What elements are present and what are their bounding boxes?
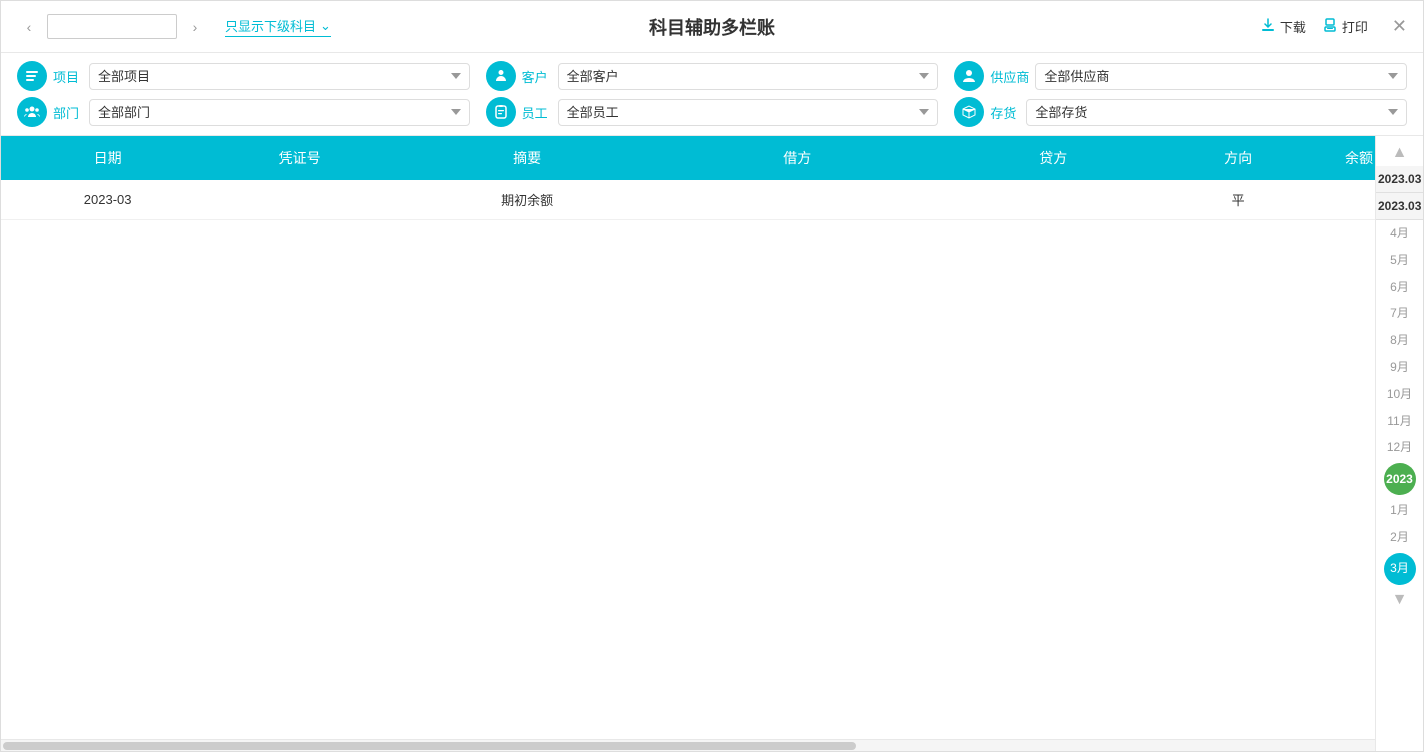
supplier-label: 供应商 (990, 67, 1029, 86)
department-icon (17, 97, 47, 127)
show-sub-label: 只显示下级科目 (225, 16, 316, 35)
sidebar-item-3-active[interactable]: 3月 (1384, 553, 1416, 585)
table-container: 日期 凭证号 摘要 借方 贷方 方向 余额 2023-03 期初余额 (1, 136, 1423, 739)
horizontal-scrollbar[interactable] (1, 739, 1423, 751)
col-header-debit: 借方 (669, 136, 925, 180)
chevron-down-icon: ⌄ (320, 18, 331, 34)
nav-area: ‹ 6601 销售费用 › 只显示下级科目 ⌄ (17, 14, 1260, 39)
prev-account-btn[interactable]: ‹ (17, 15, 41, 39)
sidebar-item-2023-03-top[interactable]: 2023.03 (1376, 166, 1423, 193)
customer-label: 客户 (522, 67, 552, 86)
sidebar-item-9[interactable]: 9月 (1376, 354, 1423, 381)
col-header-summary: 摘要 (385, 136, 669, 180)
filter-inventory: 存货 全部存货 (954, 97, 1407, 127)
department-label: 部门 (53, 103, 83, 122)
sidebar-item-5[interactable]: 5月 (1376, 247, 1423, 274)
cell-debit (669, 180, 925, 220)
title-bar: ‹ 6601 销售费用 › 只显示下级科目 ⌄ 科目辅助多栏账 下载 (1, 1, 1423, 53)
department-select[interactable]: 全部部门 (89, 99, 470, 126)
close-button[interactable]: ✕ (1392, 16, 1407, 37)
filter-supplier: 供应商 全部供应商 (954, 61, 1407, 91)
sidebar-up-btn[interactable]: ▲ (1376, 140, 1423, 166)
project-select[interactable]: 全部项目 (89, 63, 470, 90)
col-header-direction: 方向 (1181, 136, 1295, 180)
filter-row-1: 项目 全部项目 客户 全部客户 (17, 61, 1407, 91)
main-window: ‹ 6601 销售费用 › 只显示下级科目 ⌄ 科目辅助多栏账 下载 (0, 0, 1424, 752)
cell-date: 2023-03 (1, 180, 214, 220)
filter-project: 项目 全部项目 (17, 61, 470, 91)
inventory-select[interactable]: 全部存货 (1026, 99, 1407, 126)
sidebar-item-12[interactable]: 12月 (1376, 434, 1423, 461)
col-header-voucher: 凭证号 (214, 136, 385, 180)
filter-department: 部门 全部部门 (17, 97, 470, 127)
print-label: 打印 (1342, 17, 1368, 36)
show-sub-button[interactable]: 只显示下级科目 ⌄ (225, 16, 331, 37)
sidebar-item-1[interactable]: 1月 (1376, 497, 1423, 524)
sidebar-item-7[interactable]: 7月 (1376, 300, 1423, 327)
sidebar-down-btn[interactable]: ▼ (1376, 587, 1423, 613)
table-row: 2023-03 期初余额 平 (1, 180, 1423, 220)
customer-icon (486, 61, 516, 91)
employee-select[interactable]: 全部员工 (558, 99, 939, 126)
page-title: 科目辅助多栏账 (649, 14, 775, 40)
cell-direction: 平 (1181, 180, 1295, 220)
filter-area: 项目 全部项目 客户 全部客户 (1, 53, 1423, 136)
project-icon (17, 61, 47, 91)
account-code-input[interactable]: 6601 销售费用 (47, 14, 177, 39)
scrollbar-thumb (3, 742, 856, 750)
toolbar-right: 下载 打印 ✕ (1260, 16, 1407, 37)
inventory-icon (954, 97, 984, 127)
table-body: 2023-03 期初余额 平 (1, 180, 1423, 220)
print-icon (1322, 17, 1338, 36)
ledger-table: 日期 凭证号 摘要 借方 贷方 方向 余额 2023-03 期初余额 (1, 136, 1423, 220)
employee-icon (486, 97, 516, 127)
right-sidebar: ▲ 2023.03 2023.03 4月 5月 6月 7月 8月 9月 10月 … (1375, 136, 1423, 751)
project-label: 项目 (53, 67, 83, 86)
customer-select[interactable]: 全部客户 (558, 63, 939, 90)
download-icon (1260, 17, 1276, 36)
sidebar-item-4[interactable]: 4月 (1376, 220, 1423, 247)
download-label: 下载 (1280, 17, 1306, 36)
sidebar-item-8[interactable]: 8月 (1376, 327, 1423, 354)
cell-voucher (214, 180, 385, 220)
download-button[interactable]: 下载 (1260, 17, 1306, 36)
table-header-row: 日期 凭证号 摘要 借方 贷方 方向 余额 (1, 136, 1423, 180)
filter-row-2: 部门 全部部门 员工 全部员工 (17, 97, 1407, 127)
sidebar-item-6[interactable]: 6月 (1376, 274, 1423, 301)
cell-summary: 期初余额 (385, 180, 669, 220)
filter-customer: 客户 全部客户 (486, 61, 939, 91)
supplier-icon (954, 61, 984, 91)
employee-label: 员工 (522, 103, 552, 122)
cell-credit (925, 180, 1181, 220)
col-header-credit: 贷方 (925, 136, 1181, 180)
sidebar-item-10[interactable]: 10月 (1376, 381, 1423, 408)
sidebar-item-2[interactable]: 2月 (1376, 524, 1423, 551)
filter-employee: 员工 全部员工 (486, 97, 939, 127)
print-button[interactable]: 打印 (1322, 17, 1368, 36)
sidebar-item-year-2023[interactable]: 2023 (1384, 463, 1416, 495)
supplier-select[interactable]: 全部供应商 (1035, 63, 1407, 90)
inventory-label: 存货 (990, 103, 1020, 122)
col-header-date: 日期 (1, 136, 214, 180)
sidebar-item-11[interactable]: 11月 (1376, 408, 1423, 435)
next-account-btn[interactable]: › (183, 15, 207, 39)
sidebar-item-2023-03-bottom[interactable]: 2023.03 (1376, 193, 1423, 220)
